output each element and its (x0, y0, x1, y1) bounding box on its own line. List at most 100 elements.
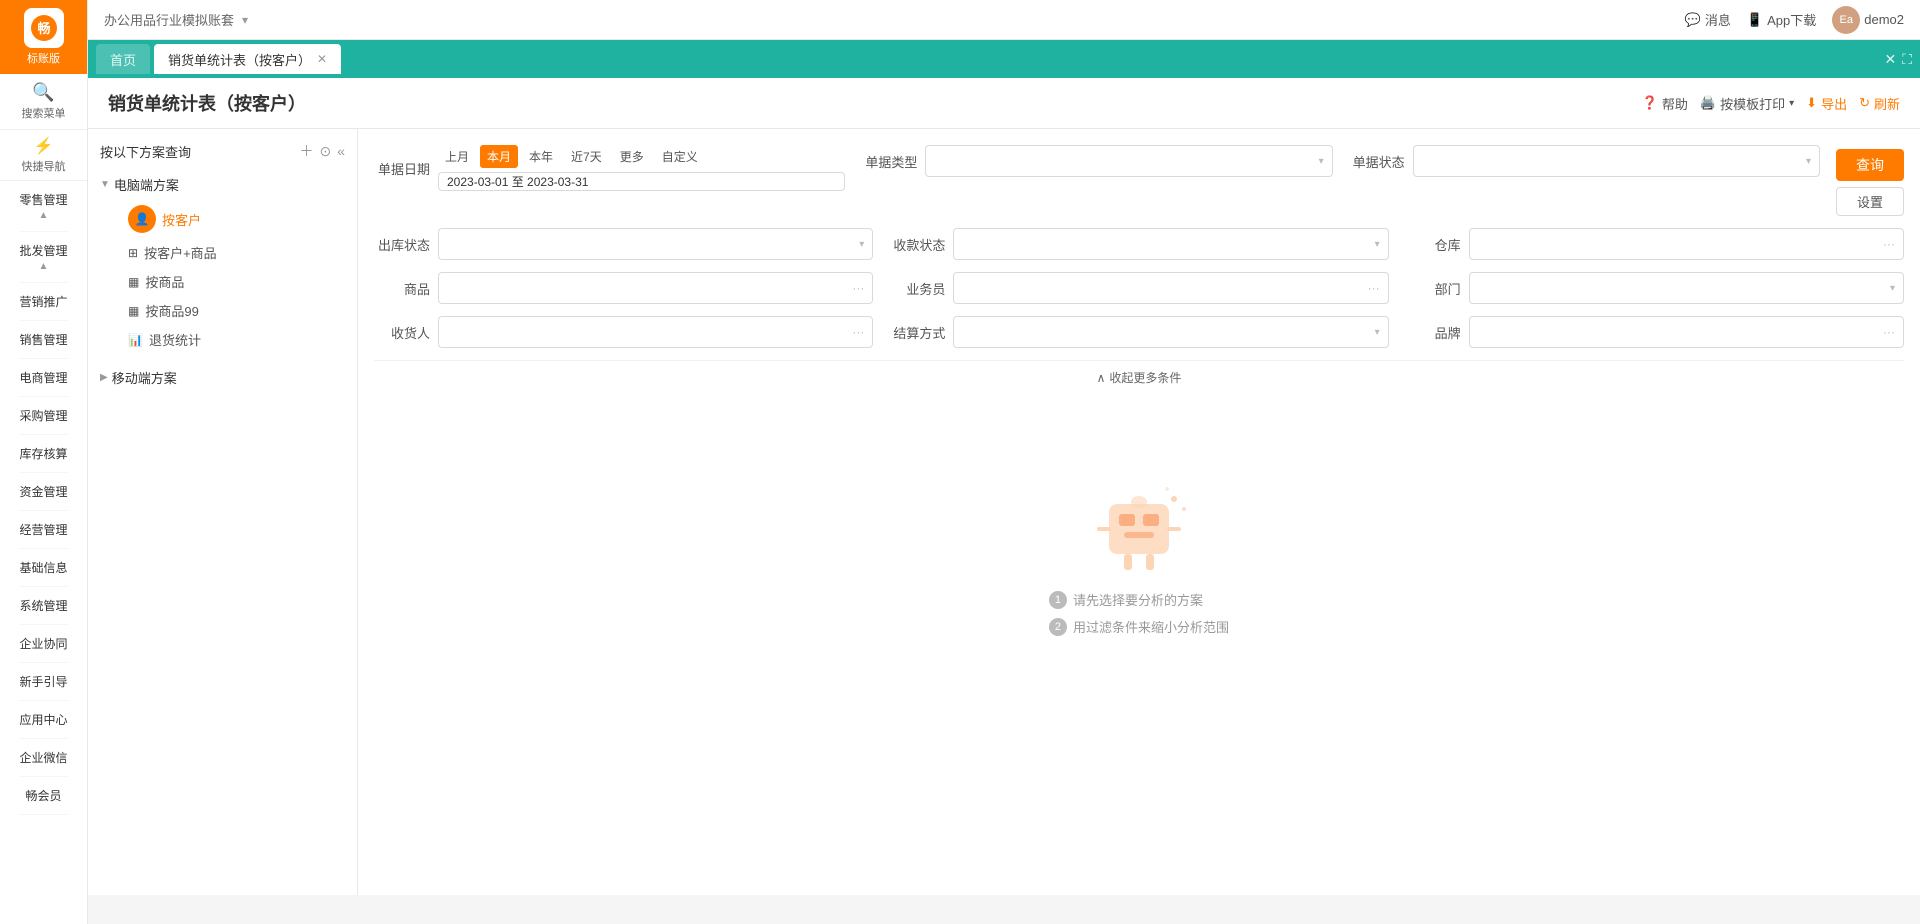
action-buttons: 查询 设置 (1836, 145, 1904, 216)
department-select[interactable]: ▾ (1469, 272, 1904, 304)
tab-home[interactable]: 首页 (96, 44, 150, 74)
date-btn-custom[interactable]: 自定义 (655, 145, 705, 168)
help-btn[interactable]: ❓ 帮助 (1642, 94, 1688, 113)
tree-item-customer[interactable]: 👤 按客户 (120, 200, 357, 238)
tab-sales-stats[interactable]: 销货单统计表（按客户） ✕ (154, 44, 341, 74)
sidebar-item-6[interactable]: 库存核算 (19, 435, 67, 473)
sidebar-item-12[interactable]: 新手引导 (19, 663, 67, 701)
sidebar-item-7[interactable]: 资金管理 (19, 473, 67, 511)
close-window-icon[interactable]: ✕ (1884, 51, 1896, 68)
tree-child-area: 👤 按客户 ⊞ 按客户+商品 ▦ 按商品 ▦ 按商品99 (88, 200, 357, 354)
settings-button[interactable]: 设置 (1836, 187, 1904, 216)
hint-item-2: 2 用过滤条件来缩小分析范围 (1049, 617, 1229, 636)
page-header: 销货单统计表（按客户） ❓ 帮助 🖨️ 按模板打印 ▾ ⬇ 导出 ↻ 刷新 (88, 78, 1920, 129)
warehouse-input[interactable]: ··· (1469, 228, 1904, 260)
collapse-panel-btn[interactable]: « (337, 143, 345, 159)
order-status-label: 单据状态 (1349, 152, 1405, 171)
date-btn-last-month[interactable]: 上月 (438, 145, 476, 168)
message-btn[interactable]: 💬 消息 (1685, 10, 1731, 29)
tree-item-return-stats[interactable]: 📊 退货统计 (120, 325, 357, 354)
sidebar-menu: 零售管理▲批发管理▲营销推广销售管理电商管理采购管理库存核算资金管理经营管理基础… (19, 181, 67, 815)
message-icon: 💬 (1685, 12, 1701, 28)
tree-item-product99[interactable]: ▦ 按商品99 (120, 296, 357, 325)
search-label: 搜索菜单 (22, 105, 66, 121)
sidebar-item-3[interactable]: 销售管理 (19, 321, 67, 359)
order-status-arrow: ▾ (1806, 156, 1811, 167)
date-range-text: 2023-03-01 至 2023-03-31 (447, 173, 588, 190)
tree-item-product[interactable]: ▦ 按商品 (120, 267, 357, 296)
tree-expand-arrow: ▼ (100, 179, 110, 190)
tree-mobile-section[interactable]: ▶ 移动端方案 (88, 362, 357, 393)
sidebar-item-9[interactable]: 基础信息 (19, 549, 67, 587)
tree-item-product-label: 按商品 (145, 272, 184, 291)
app-title-dropdown[interactable]: ▾ (242, 13, 248, 27)
grid-icon: ⊞ (128, 246, 138, 260)
query-button[interactable]: 查询 (1836, 149, 1904, 181)
help-icon: ❓ (1642, 95, 1658, 111)
date-range-input[interactable]: 2023-03-01 至 2023-03-31 (438, 172, 845, 191)
date-btn-this-year[interactable]: 本年 (522, 145, 560, 168)
search-menu[interactable]: 🔍 搜索菜单 (0, 74, 87, 130)
sidebar-item-8[interactable]: 经营管理 (19, 511, 67, 549)
sidebar-item-4[interactable]: 电商管理 (19, 359, 67, 397)
page-content: 销货单统计表（按客户） ❓ 帮助 🖨️ 按模板打印 ▾ ⬇ 导出 ↻ 刷新 (88, 78, 1920, 924)
maximize-window-icon[interactable]: ⛶ (1902, 51, 1912, 68)
brand-input[interactable]: ··· (1469, 316, 1904, 348)
user-profile[interactable]: Ea demo2 (1832, 6, 1904, 34)
quick-nav[interactable]: ⚡ 快捷导航 (0, 130, 87, 181)
sidebar-item-13[interactable]: 应用中心 (19, 701, 67, 739)
sidebar-item-11[interactable]: 企业协同 (19, 625, 67, 663)
payment-status-select[interactable]: ▾ (953, 228, 1388, 260)
collapse-filters-btn[interactable]: ∧ 收起更多条件 (374, 360, 1904, 394)
mobile-section-label: 移动端方案 (112, 368, 177, 387)
stock-status-select[interactable]: ▾ (438, 228, 873, 260)
desktop-section-label: 电脑端方案 (114, 175, 179, 194)
content-body: 按以下方案查询 ＋ ⊙ « ▼ 电脑端方案 👤 (88, 129, 1920, 895)
tab-bar: 首页 销货单统计表（按客户） ✕ ✕ ⛶ (88, 40, 1920, 78)
settlement-filter: 结算方式 ▾ (889, 316, 1388, 348)
order-type-select[interactable]: ▾ (925, 145, 1332, 177)
tree-mobile-arrow: ▶ (100, 372, 108, 383)
app-download-btn[interactable]: 📱 App下载 (1747, 10, 1816, 29)
sidebar-item-14[interactable]: 企业微信 (19, 739, 67, 777)
edit-scheme-btn[interactable]: ⊙ (319, 143, 331, 160)
recipient-more: ··· (852, 325, 864, 339)
date-quick-buttons: 上月 本月 本年 近7天 更多 自定义 (438, 145, 845, 168)
avatar-initials: Ea (1840, 14, 1853, 26)
export-btn[interactable]: ⬇ 导出 (1806, 94, 1847, 113)
sidebar-logo[interactable]: 畅 标账版 (0, 0, 87, 74)
order-status-select[interactable]: ▾ (1413, 145, 1820, 177)
product-input[interactable]: ··· (438, 272, 873, 304)
stock-status-filter: 出库状态 ▾ (374, 228, 873, 260)
settlement-select[interactable]: ▾ (953, 316, 1388, 348)
sidebar-item-5[interactable]: 采购管理 (19, 397, 67, 435)
left-panel-header: 按以下方案查询 ＋ ⊙ « (88, 141, 357, 169)
date-btn-7days[interactable]: 近7天 (564, 145, 609, 168)
order-type-label: 单据类型 (861, 152, 917, 171)
tab-close-btn[interactable]: ✕ (317, 52, 327, 66)
main-area: 办公用品行业模拟账套 ▾ 💬 消息 📱 App下载 Ea demo2 首页 (88, 0, 1920, 924)
recipient-input[interactable]: ··· (438, 316, 873, 348)
collapse-label: 收起更多条件 (1109, 369, 1181, 386)
download-icon: 📱 (1747, 12, 1763, 28)
add-scheme-btn[interactable]: ＋ (299, 141, 313, 161)
collapse-icon: ∧ (1097, 371, 1106, 385)
recipient-filter: 收货人 ··· (374, 316, 873, 348)
print-icon: 🖨️ (1700, 95, 1716, 111)
sidebar-item-0[interactable]: 零售管理▲ (19, 181, 67, 232)
salesperson-input[interactable]: ··· (953, 272, 1388, 304)
print-label: 按模板打印 (1720, 94, 1785, 113)
sidebar-item-2[interactable]: 营销推广 (19, 283, 67, 321)
date-btn-more[interactable]: 更多 (613, 145, 651, 168)
refresh-btn[interactable]: ↻ 刷新 (1859, 94, 1900, 113)
tree-item-customer-product[interactable]: ⊞ 按客户+商品 (120, 238, 357, 267)
empty-illustration (1079, 474, 1199, 574)
date-btn-this-month[interactable]: 本月 (480, 145, 518, 168)
sidebar-item-1[interactable]: 批发管理▲ (19, 232, 67, 283)
sidebar-item-10[interactable]: 系统管理 (19, 587, 67, 625)
sidebar-item-15[interactable]: 畅会员 (19, 777, 67, 815)
salesperson-more: ··· (1368, 281, 1380, 295)
order-type-filter: 单据类型 ▾ (861, 145, 1332, 177)
tree-item-customer-label: 按客户 (162, 210, 201, 229)
print-btn[interactable]: 🖨️ 按模板打印 ▾ (1700, 94, 1794, 113)
